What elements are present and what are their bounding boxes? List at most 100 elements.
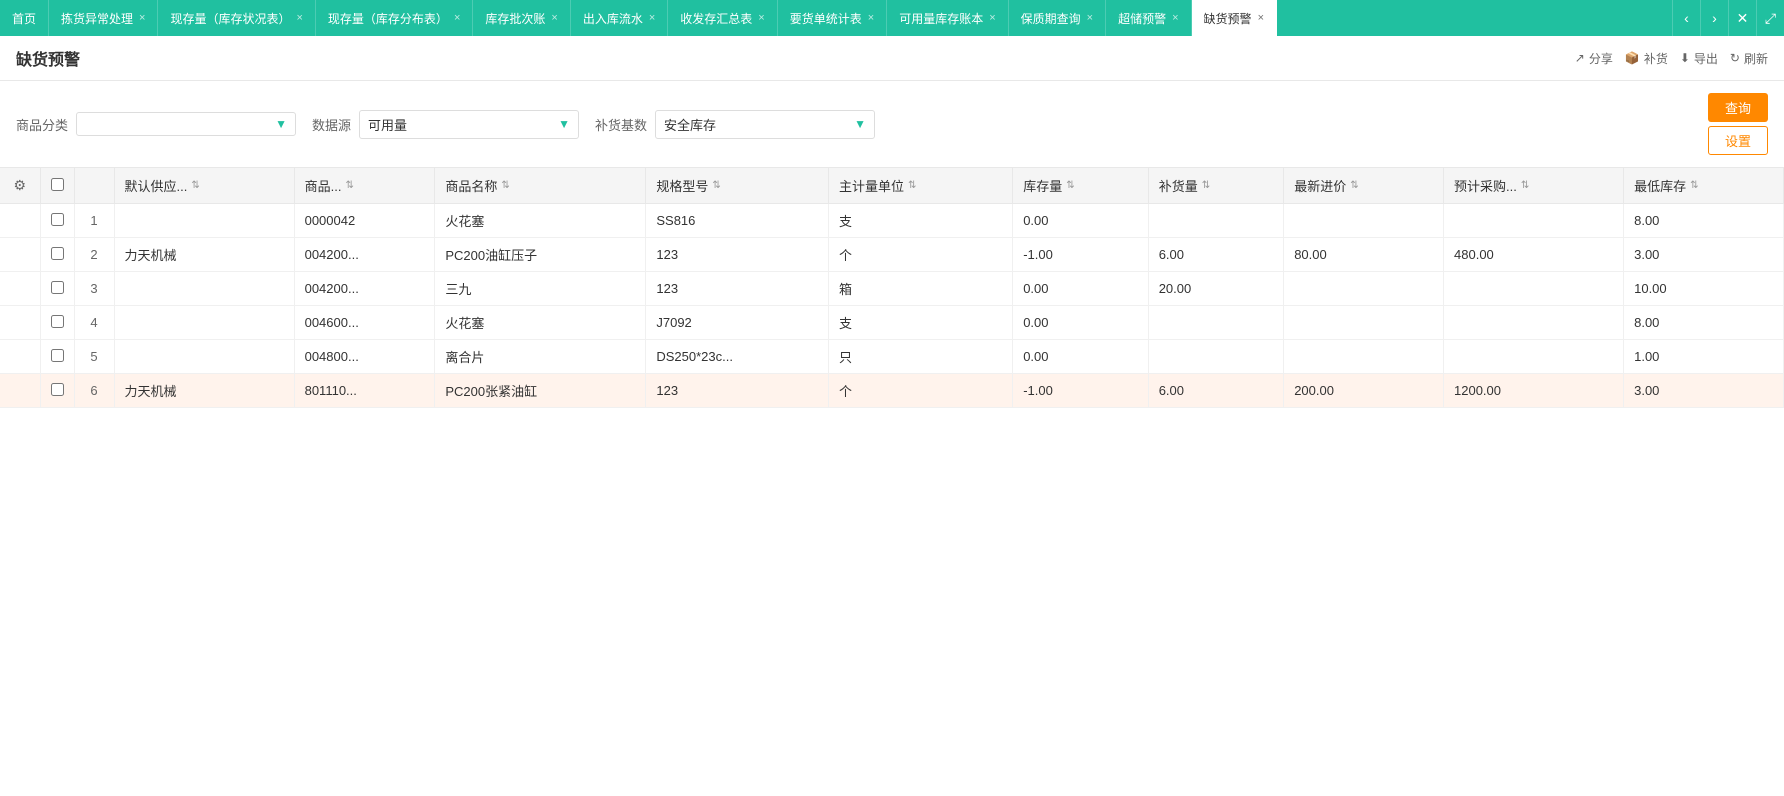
th-product-code[interactable]: 商品... ⇅ bbox=[294, 168, 435, 204]
row-checkbox[interactable] bbox=[51, 213, 64, 226]
tab-next-button[interactable]: › bbox=[1700, 0, 1728, 36]
tab-flow[interactable]: 出入库流水 × bbox=[571, 0, 668, 36]
table-row[interactable]: 6 力天机械 801110... PC200张紧油缸 123 个 -1.00 6… bbox=[0, 374, 1784, 408]
table-container: ⚙ 默认供应... ⇅ 商品... bbox=[0, 168, 1784, 408]
close-icon[interactable]: × bbox=[868, 12, 874, 24]
tab-close-button[interactable]: ✕ bbox=[1728, 0, 1756, 36]
tab-requisition[interactable]: 要货单统计表 × bbox=[778, 0, 887, 36]
tab-expand-button[interactable]: ⤢ bbox=[1756, 0, 1784, 36]
cell-latest-price: 80.00 bbox=[1284, 238, 1444, 272]
cell-product-name: 火花塞 bbox=[435, 306, 646, 340]
cell-latest-price bbox=[1284, 306, 1444, 340]
table-body: 1 0000042 火花塞 SS816 支 0.00 8.00 2 力天机械 0… bbox=[0, 204, 1784, 408]
th-est-purchase[interactable]: 预计采购... ⇅ bbox=[1444, 168, 1624, 204]
th-unit[interactable]: 主计量单位 ⇅ bbox=[829, 168, 1013, 204]
th-settings[interactable]: ⚙ bbox=[0, 168, 40, 204]
cell-unit: 只 bbox=[829, 340, 1013, 374]
table-row[interactable]: 2 力天机械 004200... PC200油缸压子 123 个 -1.00 6… bbox=[0, 238, 1784, 272]
refresh-icon: ↻ bbox=[1730, 51, 1740, 65]
row-checkbox[interactable] bbox=[51, 247, 64, 260]
share-button[interactable]: ↗ 分享 bbox=[1575, 50, 1613, 67]
tab-picking[interactable]: 拣货异常处理 × bbox=[49, 0, 158, 36]
datasource-select[interactable]: 可用量 ▼ bbox=[359, 110, 579, 139]
th-checkbox[interactable] bbox=[40, 168, 74, 204]
table-row[interactable]: 3 004200... 三九 123 箱 0.00 20.00 10.00 bbox=[0, 272, 1784, 306]
th-product-name[interactable]: 商品名称 ⇅ bbox=[435, 168, 646, 204]
category-select[interactable]: ▼ bbox=[76, 112, 296, 136]
cell-replenish-qty: 20.00 bbox=[1148, 272, 1284, 306]
sort-icon: ⇅ bbox=[1350, 180, 1358, 191]
th-row-num bbox=[74, 168, 114, 204]
row-checkbox[interactable] bbox=[51, 281, 64, 294]
row-checkbox-cell[interactable] bbox=[40, 204, 74, 238]
close-icon[interactable]: × bbox=[1172, 12, 1178, 24]
cell-unit: 箱 bbox=[829, 272, 1013, 306]
refresh-button[interactable]: ↻ 刷新 bbox=[1730, 50, 1768, 67]
row-checkbox-cell[interactable] bbox=[40, 238, 74, 272]
tab-batch-account[interactable]: 库存批次账 × bbox=[473, 0, 570, 36]
th-default-supplier[interactable]: 默认供应... ⇅ bbox=[114, 168, 294, 204]
cell-est-purchase bbox=[1444, 340, 1624, 374]
close-icon[interactable]: × bbox=[1087, 12, 1093, 24]
tab-prev-button[interactable]: ‹ bbox=[1672, 0, 1700, 36]
table-row[interactable]: 5 004800... 离合片 DS250*23c... 只 0.00 1.00 bbox=[0, 340, 1784, 374]
th-replenish-qty[interactable]: 补货量 ⇅ bbox=[1148, 168, 1284, 204]
close-icon[interactable]: × bbox=[989, 12, 995, 24]
settings-button[interactable]: 设置 bbox=[1708, 126, 1768, 155]
row-checkbox-cell[interactable] bbox=[40, 306, 74, 340]
th-stock[interactable]: 库存量 ⇅ bbox=[1013, 168, 1149, 204]
cell-product-name: PC200油缸压子 bbox=[435, 238, 646, 272]
tab-shortage[interactable]: 缺货预警 × bbox=[1192, 0, 1277, 36]
table-row[interactable]: 4 004600... 火花塞 J7092 支 0.00 8.00 bbox=[0, 306, 1784, 340]
th-min-stock[interactable]: 最低库存 ⇅ bbox=[1624, 168, 1784, 204]
page-title: 缺货预警 bbox=[16, 46, 80, 70]
close-icon[interactable]: × bbox=[454, 12, 460, 24]
close-icon[interactable]: × bbox=[758, 12, 764, 24]
cell-spec: SS816 bbox=[646, 204, 829, 238]
gear-icon[interactable]: ⚙ bbox=[13, 177, 26, 193]
row-checkbox-cell[interactable] bbox=[40, 374, 74, 408]
row-settings-cell bbox=[0, 272, 40, 306]
tab-overstock[interactable]: 超储预警 × bbox=[1106, 0, 1191, 36]
row-checkbox[interactable] bbox=[51, 349, 64, 362]
sort-icon: ⇅ bbox=[1202, 180, 1210, 191]
close-icon[interactable]: × bbox=[296, 12, 302, 24]
row-checkbox[interactable] bbox=[51, 315, 64, 328]
row-checkbox-cell[interactable] bbox=[40, 340, 74, 374]
row-checkbox[interactable] bbox=[51, 383, 64, 396]
th-latest-price[interactable]: 最新进价 ⇅ bbox=[1284, 168, 1444, 204]
row-number: 2 bbox=[74, 238, 114, 272]
tab-quality[interactable]: 保质期查询 × bbox=[1009, 0, 1106, 36]
row-number: 5 bbox=[74, 340, 114, 374]
close-icon[interactable]: × bbox=[649, 12, 655, 24]
export-button[interactable]: ⬇ 导出 bbox=[1680, 50, 1718, 67]
datasource-select-value: 可用量 bbox=[368, 115, 558, 134]
cell-spec: 123 bbox=[646, 374, 829, 408]
select-all-checkbox[interactable] bbox=[51, 178, 64, 191]
close-icon[interactable]: × bbox=[1258, 12, 1264, 24]
header-actions: ↗ 分享 📦 补货 ⬇ 导出 ↻ 刷新 bbox=[1575, 50, 1768, 67]
chevron-down-icon: ▼ bbox=[854, 117, 866, 131]
close-icon[interactable]: × bbox=[139, 12, 145, 24]
tab-stock-dist[interactable]: 现存量（库存分布表） × bbox=[316, 0, 473, 36]
close-icon[interactable]: × bbox=[551, 12, 557, 24]
row-number: 1 bbox=[74, 204, 114, 238]
row-number: 6 bbox=[74, 374, 114, 408]
row-checkbox-cell[interactable] bbox=[40, 272, 74, 306]
replenish-button[interactable]: 📦 补货 bbox=[1625, 50, 1668, 67]
tab-stock-status[interactable]: 现存量（库存状况表） × bbox=[158, 0, 315, 36]
tab-summary[interactable]: 收发存汇总表 × bbox=[668, 0, 777, 36]
cell-latest-price bbox=[1284, 204, 1444, 238]
replenish-base-select[interactable]: 安全库存 ▼ bbox=[655, 110, 875, 139]
row-number: 3 bbox=[74, 272, 114, 306]
cell-unit: 支 bbox=[829, 306, 1013, 340]
cell-product-code: 801110... bbox=[294, 374, 435, 408]
th-spec[interactable]: 规格型号 ⇅ bbox=[646, 168, 829, 204]
cell-latest-price: 200.00 bbox=[1284, 374, 1444, 408]
row-settings-cell bbox=[0, 204, 40, 238]
tab-available-ledger[interactable]: 可用量库存账本 × bbox=[887, 0, 1008, 36]
query-button[interactable]: 查询 bbox=[1708, 93, 1768, 122]
table-row[interactable]: 1 0000042 火花塞 SS816 支 0.00 8.00 bbox=[0, 204, 1784, 238]
category-filter-label: 商品分类 bbox=[16, 115, 68, 134]
tab-home[interactable]: 首页 bbox=[0, 0, 49, 36]
